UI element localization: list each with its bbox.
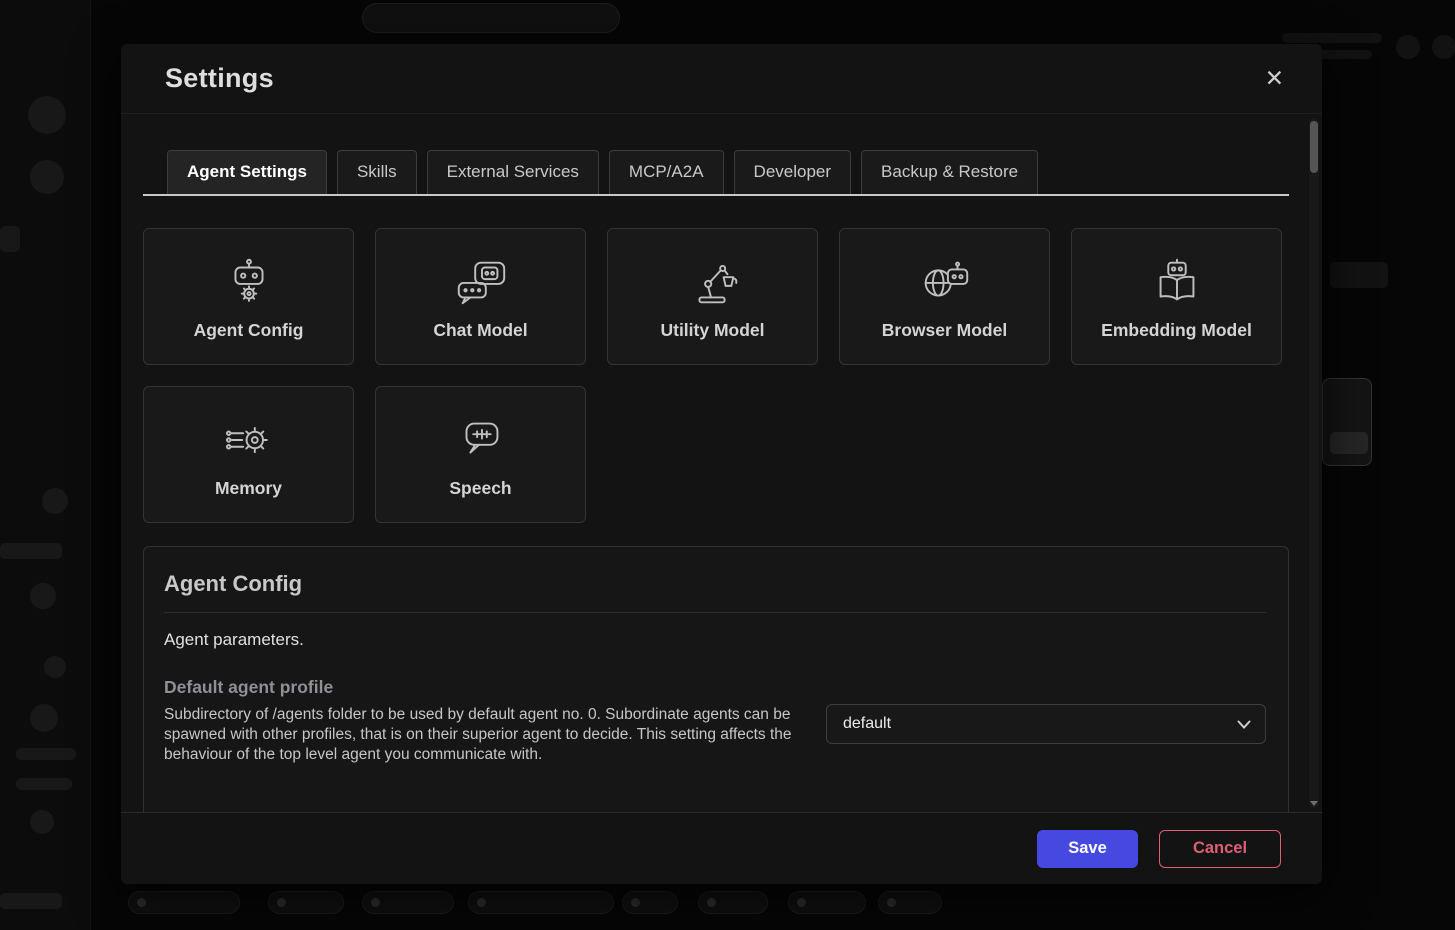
robot-head-gear-icon: [220, 253, 278, 311]
circuit-gear-icon: [220, 411, 278, 469]
settings-nav-cards: Agent Config Chat Model: [143, 228, 1289, 523]
scrollbar-down-arrow-icon[interactable]: [1310, 801, 1318, 806]
nav-card-agent-config[interactable]: Agent Config: [143, 228, 354, 365]
dimmed-ui-element: [30, 704, 58, 732]
dimmed-ui-element: [1396, 35, 1420, 59]
field-default-agent-profile: Default agent profile Subdirectory of /a…: [164, 677, 1266, 765]
nav-card-label: Embedding Model: [1101, 320, 1252, 341]
nav-card-chat-model[interactable]: Chat Model: [375, 228, 586, 365]
save-button[interactable]: Save: [1037, 830, 1138, 868]
dimmed-ui-element: [16, 778, 72, 790]
nav-card-speech[interactable]: Speech: [375, 386, 586, 523]
field-text: Default agent profile Subdirectory of /a…: [164, 677, 804, 765]
nav-card-label: Browser Model: [882, 320, 1007, 341]
nav-card-label: Memory: [215, 478, 282, 499]
speech-bubble-icon: [452, 411, 510, 469]
tab-backup-restore[interactable]: Backup & Restore: [861, 150, 1038, 194]
dimmed-ui-element: [0, 543, 62, 559]
dimmed-toolbar-button: [468, 891, 614, 914]
nav-card-label: Agent Config: [194, 320, 304, 341]
dimmed-toolbar-button: [878, 891, 942, 914]
section-divider: [164, 612, 1266, 613]
tab-mcp-a2a[interactable]: MCP/A2A: [609, 150, 724, 194]
modal-title: Settings: [165, 63, 274, 94]
agent-config-section: Agent Config Agent parameters. Default a…: [143, 546, 1289, 812]
settings-modal: Settings ✕ Agent Settings Skills Externa…: [121, 44, 1322, 884]
dimmed-toolbar-button: [362, 891, 454, 914]
dimmed-ui-element: [0, 226, 20, 252]
scrollbar-thumb[interactable]: [1310, 121, 1318, 173]
dimmed-ui-element: [1330, 262, 1388, 288]
field-description: Subdirectory of /agents folder to be use…: [164, 705, 804, 765]
nav-card-browser-model[interactable]: Browser Model: [839, 228, 1050, 365]
globe-robot-icon: [916, 253, 974, 311]
dimmed-ui-element: [16, 748, 76, 760]
nav-card-label: Utility Model: [660, 320, 764, 341]
tab-agent-settings[interactable]: Agent Settings: [167, 150, 327, 194]
dimmed-notification: [362, 3, 620, 33]
default-agent-profile-select[interactable]: default: [826, 704, 1266, 744]
modal-scrollbar[interactable]: [1309, 118, 1319, 808]
dimmed-sidebar: [0, 0, 91, 930]
nav-card-utility-model[interactable]: Utility Model: [607, 228, 818, 365]
dimmed-ui-element: [30, 583, 56, 609]
cancel-button[interactable]: Cancel: [1159, 830, 1281, 868]
dimmed-ui-element: [30, 810, 54, 834]
tab-external-services[interactable]: External Services: [427, 150, 599, 194]
dimmed-ui-element: [42, 488, 68, 514]
chat-bubbles-robot-icon: [452, 253, 510, 311]
section-title: Agent Config: [164, 571, 1266, 597]
robot-book-icon: [1148, 253, 1206, 311]
field-label: Default agent profile: [164, 677, 804, 698]
dimmed-ui-element: [1282, 33, 1382, 43]
dimmed-toolbar-button: [268, 891, 344, 914]
modal-footer: Save Cancel: [121, 812, 1322, 884]
dimmed-ui-element: [28, 96, 66, 134]
modal-body: Agent Settings Skills External Services …: [121, 114, 1322, 812]
section-subtitle: Agent parameters.: [164, 630, 1266, 650]
dimmed-ui-element: [1432, 35, 1455, 59]
dimmed-toolbar-button: [622, 891, 678, 914]
dimmed-ui-element: [1330, 432, 1368, 454]
tab-skills[interactable]: Skills: [337, 150, 417, 194]
tab-bar: Agent Settings Skills External Services …: [143, 150, 1289, 196]
close-icon[interactable]: ✕: [1261, 63, 1288, 94]
select-value: default: [843, 715, 891, 733]
dimmed-toolbar-button: [788, 891, 866, 914]
nav-card-label: Speech: [449, 478, 511, 499]
nav-card-label: Chat Model: [433, 320, 527, 341]
dimmed-ui-element: [0, 893, 62, 909]
tab-developer[interactable]: Developer: [734, 150, 852, 194]
chevron-down-icon: [1237, 720, 1251, 729]
robot-arm-icon: [684, 253, 742, 311]
modal-header: Settings ✕: [121, 44, 1322, 114]
nav-card-embedding-model[interactable]: Embedding Model: [1071, 228, 1282, 365]
dimmed-toolbar-button: [128, 891, 240, 914]
dimmed-ui-element: [44, 656, 66, 678]
dimmed-ui-element: [30, 160, 64, 194]
dimmed-toolbar-button: [698, 891, 768, 914]
nav-card-memory[interactable]: Memory: [143, 386, 354, 523]
